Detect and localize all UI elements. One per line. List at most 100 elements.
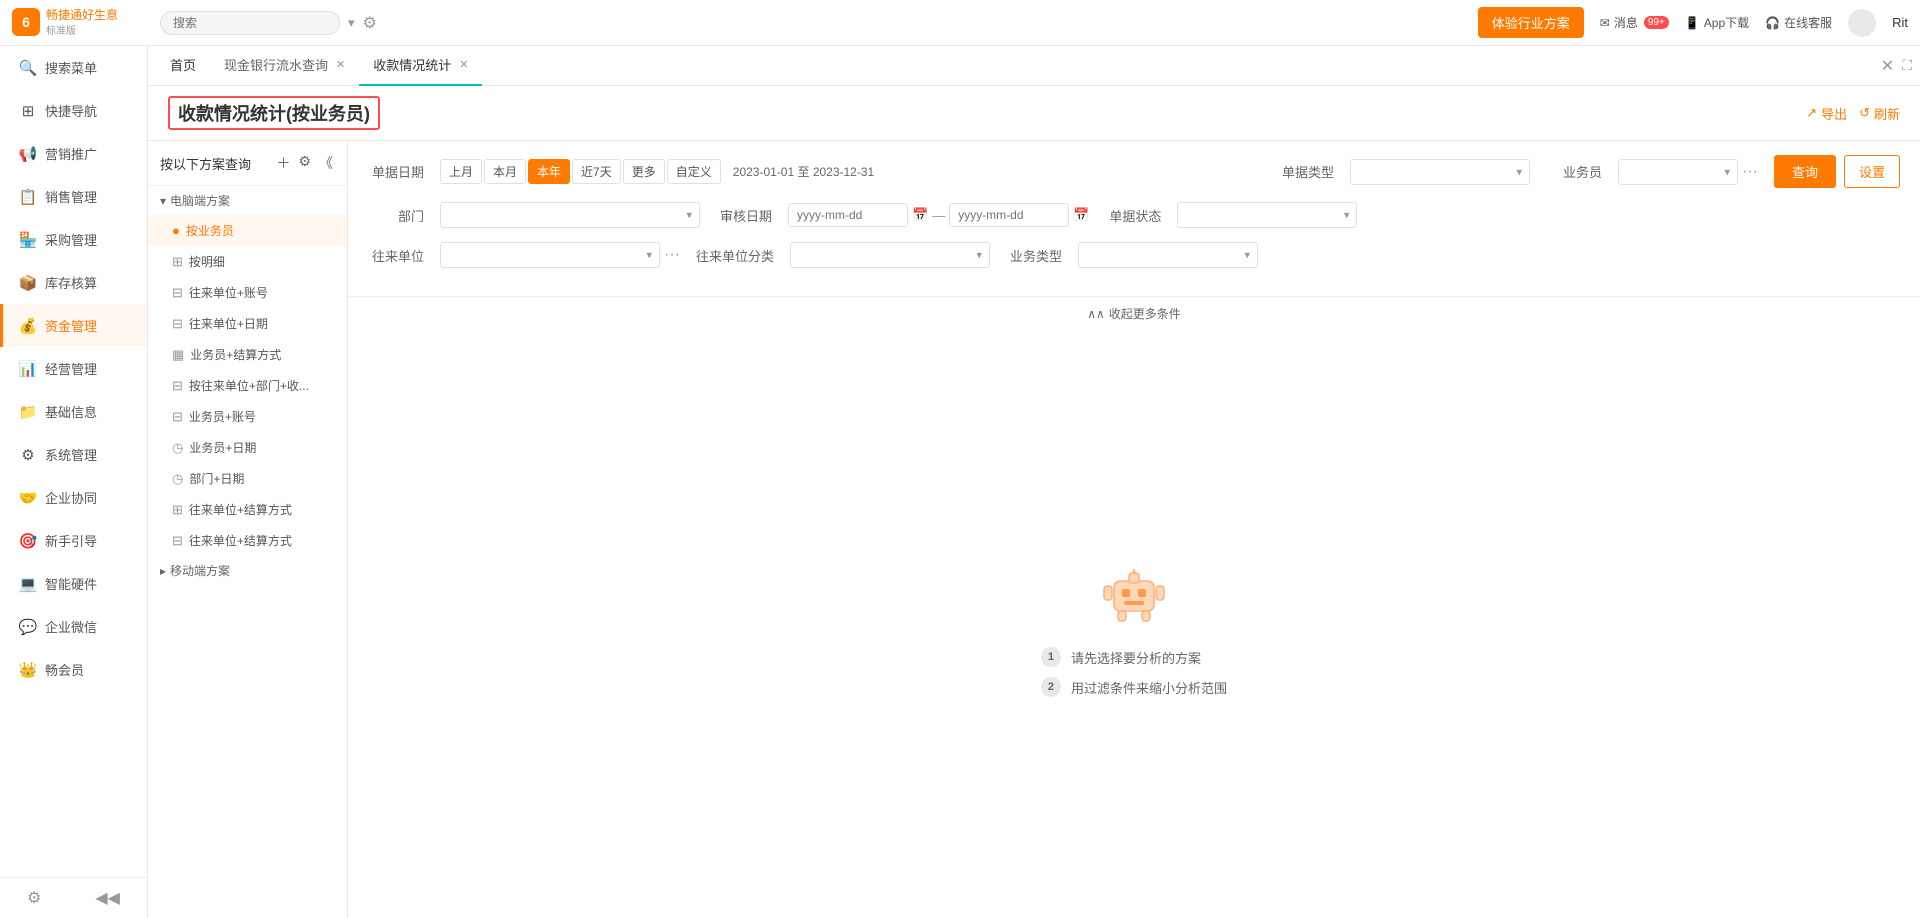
partner-date-icon: ⊟ bbox=[172, 316, 183, 332]
review-date-area: 📅 — 📅 bbox=[788, 203, 1089, 227]
salesman-more-icon[interactable]: ··· bbox=[1742, 163, 1758, 181]
scheme-item-partner-settle2[interactable]: ⊟ 往来单位+结算方式 bbox=[148, 525, 347, 556]
guide-icon: 🎯 bbox=[19, 532, 37, 550]
collapse-panel-icon[interactable]: 《 bbox=[317, 151, 335, 175]
scheme-item-partner-dept[interactable]: ⊟ 按往来单位+部门+收... bbox=[148, 370, 347, 401]
sidebar-item-search-menu[interactable]: 🔍 搜索菜单 bbox=[0, 46, 147, 89]
industry-solution-button[interactable]: 体验行业方案 bbox=[1478, 7, 1584, 38]
detail-scheme-icon: ⊞ bbox=[172, 254, 183, 270]
sidebar-item-smart-hw[interactable]: 💻 智能硬件 bbox=[0, 562, 147, 605]
partner-more-icon[interactable]: ··· bbox=[664, 246, 680, 264]
scheme-item-salesman-account[interactable]: ⊟ 业务员+账号 bbox=[148, 401, 347, 432]
app-download-item[interactable]: 📱 App下载 bbox=[1685, 14, 1749, 31]
manage-scheme-icon[interactable]: ⚙ bbox=[296, 151, 313, 175]
sidebar-collapse-icon[interactable]: ◀◀ bbox=[95, 888, 120, 908]
sidebar-settings-icon[interactable]: ⚙ bbox=[27, 888, 41, 908]
scheme-item-dept-date[interactable]: ◷ 部门+日期 bbox=[148, 463, 347, 494]
doc-status-select[interactable] bbox=[1177, 202, 1357, 228]
scheme-item-salesman-settle[interactable]: ▦ 业务员+结算方式 bbox=[148, 339, 347, 370]
sidebar-item-purchase[interactable]: 🏪 采购管理 bbox=[0, 218, 147, 261]
calendar-icon-start[interactable]: 📅 bbox=[912, 207, 928, 223]
sidebar-item-enterprise[interactable]: 🤝 企业协同 bbox=[0, 476, 147, 519]
calendar-icon-end[interactable]: 📅 bbox=[1073, 207, 1089, 223]
date-btn-last-month[interactable]: 上月 bbox=[440, 159, 482, 184]
tab-close-all-icon[interactable]: ✕ bbox=[1881, 56, 1894, 76]
scheme-item-by-salesman[interactable]: ● 按业务员 bbox=[148, 215, 347, 246]
scheme-item-partner-settle1[interactable]: ⊞ 往来单位+结算方式 bbox=[148, 494, 347, 525]
query-button[interactable]: 查询 bbox=[1774, 155, 1836, 188]
sidebar-item-inventory[interactable]: 📦 库存核算 bbox=[0, 261, 147, 304]
empty-step-1: 1 请先选择要分析的方案 bbox=[1041, 647, 1227, 667]
sidebar-item-fund[interactable]: 💰 资金管理 bbox=[0, 304, 147, 347]
salesman-select-wrapper bbox=[1618, 159, 1738, 185]
user-name: Rit bbox=[1892, 15, 1908, 30]
message-icon-item[interactable]: ✉ 消息 99+ bbox=[1600, 14, 1669, 31]
biz-type-select[interactable] bbox=[1078, 242, 1258, 268]
step-2-text: 用过滤条件来缩小分析范围 bbox=[1071, 678, 1227, 697]
date-filter-label: 单据日期 bbox=[368, 162, 424, 181]
collapse-bar[interactable]: ∧∧ 收起更多条件 bbox=[348, 296, 1920, 330]
date-btn-7days[interactable]: 近7天 bbox=[572, 159, 621, 184]
tab-bank-flow[interactable]: 现金银行流水查询 ✕ bbox=[210, 46, 359, 86]
scheme-label-by-detail: 按明细 bbox=[189, 253, 225, 270]
date-btn-custom[interactable]: 自定义 bbox=[667, 159, 721, 184]
sidebar-item-marketing[interactable]: 📢 营销推广 bbox=[0, 132, 147, 175]
sidebar-item-quick-nav[interactable]: ⊞ 快捷导航 bbox=[0, 89, 147, 132]
doc-type-select[interactable] bbox=[1350, 159, 1530, 185]
scheme-label-dept-date: 部门+日期 bbox=[189, 470, 244, 487]
scheme-label-partner-settle2: 往来单位+结算方式 bbox=[189, 532, 292, 549]
date-btn-more[interactable]: 更多 bbox=[623, 159, 665, 184]
sidebar-label-operation: 经营管理 bbox=[45, 359, 97, 378]
scheme-label-by-salesman: 按业务员 bbox=[186, 222, 234, 239]
review-date-end[interactable] bbox=[949, 203, 1069, 227]
main-content: 首页 现金银行流水查询 ✕ 收款情况统计 ✕ ✕ ⛶ 收款情况统计(按业务员) bbox=[148, 46, 1920, 918]
date-btn-this-month[interactable]: 本月 bbox=[484, 159, 526, 184]
export-button[interactable]: ↗ 导出 bbox=[1806, 104, 1847, 123]
date-btn-this-year[interactable]: 本年 bbox=[528, 159, 570, 184]
grid-icon: ⊞ bbox=[19, 102, 37, 120]
header-settings-icon[interactable]: ⚙ bbox=[363, 13, 377, 33]
sidebar-item-basic-info[interactable]: 📁 基础信息 bbox=[0, 390, 147, 433]
scheme-label-partner-date: 往来单位+日期 bbox=[189, 315, 268, 332]
sidebar-item-member[interactable]: 👑 畅会员 bbox=[0, 648, 147, 691]
partner-classify-select[interactable] bbox=[790, 242, 990, 268]
collection-stats-tab-close[interactable]: ✕ bbox=[459, 58, 468, 71]
date-filter-value: 上月 本月 本年 近7天 更多 自定义 2023-01-01 至 2023-12… bbox=[440, 159, 1262, 184]
smart-hw-icon: 💻 bbox=[19, 575, 37, 593]
sidebar-label-enterprise-wechat: 企业微信 bbox=[45, 617, 97, 636]
salesman-select[interactable] bbox=[1618, 159, 1738, 185]
sidebar-item-sales[interactable]: 📋 销售管理 bbox=[0, 175, 147, 218]
refresh-button[interactable]: ↺ 刷新 bbox=[1859, 104, 1900, 123]
review-date-start[interactable] bbox=[788, 203, 908, 227]
header-dropdown-icon[interactable]: ▾ bbox=[348, 15, 355, 31]
partner-select[interactable] bbox=[440, 242, 660, 268]
desktop-scheme-group-header[interactable]: ▾ 电脑端方案 bbox=[148, 186, 347, 215]
sidebar-item-new-guide[interactable]: 🎯 新手引导 bbox=[0, 519, 147, 562]
partner-classify-wrapper bbox=[790, 242, 990, 268]
scheme-item-by-detail[interactable]: ⊞ 按明细 bbox=[148, 246, 347, 277]
mobile-scheme-group-header[interactable]: ▸ 移动端方案 bbox=[148, 556, 347, 585]
scheme-item-salesman-date[interactable]: ◷ 业务员+日期 bbox=[148, 432, 347, 463]
sidebar-item-enterprise-wechat[interactable]: 💬 企业微信 bbox=[0, 605, 147, 648]
filter-row-2: 部门 审核日期 📅 — bbox=[368, 202, 1900, 228]
bank-flow-tab-close[interactable]: ✕ bbox=[336, 58, 345, 71]
header-search-input[interactable] bbox=[160, 11, 340, 35]
sidebar-item-sys-admin[interactable]: ⚙ 系统管理 bbox=[0, 433, 147, 476]
salesman-account-icon: ⊟ bbox=[172, 409, 183, 425]
message-icon: ✉ bbox=[1600, 16, 1610, 30]
desktop-scheme-group: ▾ 电脑端方案 ● 按业务员 ⊞ 按明细 ⊟ 往 bbox=[148, 186, 347, 556]
sidebar-item-operation[interactable]: 📊 经营管理 bbox=[0, 347, 147, 390]
add-scheme-icon[interactable]: ＋ bbox=[274, 151, 292, 175]
online-service-item[interactable]: 🎧 在线客服 bbox=[1765, 14, 1832, 31]
setting-button[interactable]: 设置 bbox=[1844, 155, 1900, 188]
dept-select[interactable] bbox=[440, 202, 700, 228]
scheme-item-partner-date[interactable]: ⊟ 往来单位+日期 bbox=[148, 308, 347, 339]
scheme-item-partner-account[interactable]: ⊟ 往来单位+账号 bbox=[148, 277, 347, 308]
tab-maximize-icon[interactable]: ⛶ bbox=[1902, 57, 1912, 74]
sidebar: 🔍 搜索菜单 ⊞ 快捷导航 📢 营销推广 📋 销售管理 🏪 采购管理 📦 库存核… bbox=[0, 46, 148, 918]
left-panel: 按以下方案查询 ＋ ⚙ 《 ▾ 电脑端方案 ● bbox=[148, 141, 348, 918]
tab-home[interactable]: 首页 bbox=[156, 46, 210, 86]
enterprise-icon: 🤝 bbox=[19, 489, 37, 507]
tab-collection-stats[interactable]: 收款情况统计 ✕ bbox=[359, 46, 482, 86]
user-avatar[interactable] bbox=[1848, 9, 1876, 37]
